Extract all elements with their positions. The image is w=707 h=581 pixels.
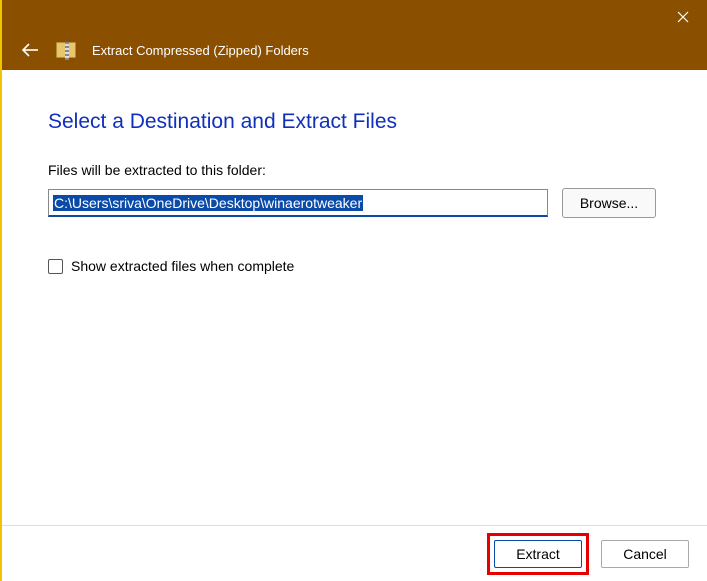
show-files-checkbox[interactable] (48, 259, 63, 274)
extract-wizard-window: Extract Compressed (Zipped) Folders Sele… (0, 0, 707, 581)
back-arrow-icon (21, 43, 39, 57)
browse-button[interactable]: Browse... (562, 188, 656, 218)
destination-path-value: C:\Users\sriva\OneDrive\Desktop\winaerot… (53, 195, 363, 211)
page-heading: Select a Destination and Extract Files (48, 110, 661, 134)
cancel-button[interactable]: Cancel (601, 540, 689, 568)
close-icon (677, 11, 689, 23)
show-files-label: Show extracted files when complete (71, 258, 294, 274)
zip-folder-icon (56, 42, 76, 58)
content-area: Select a Destination and Extract Files F… (2, 70, 707, 525)
path-label: Files will be extracted to this folder: (48, 162, 661, 178)
destination-path-input[interactable]: C:\Users\sriva\OneDrive\Desktop\winaerot… (48, 189, 548, 217)
extract-highlight: Extract (487, 533, 589, 575)
titlebar: Extract Compressed (Zipped) Folders (2, 0, 707, 70)
close-button[interactable] (659, 0, 707, 34)
extract-button[interactable]: Extract (494, 540, 582, 568)
window-title: Extract Compressed (Zipped) Folders (92, 43, 309, 58)
footer: Extract Cancel (2, 525, 707, 581)
back-button[interactable] (20, 40, 40, 60)
